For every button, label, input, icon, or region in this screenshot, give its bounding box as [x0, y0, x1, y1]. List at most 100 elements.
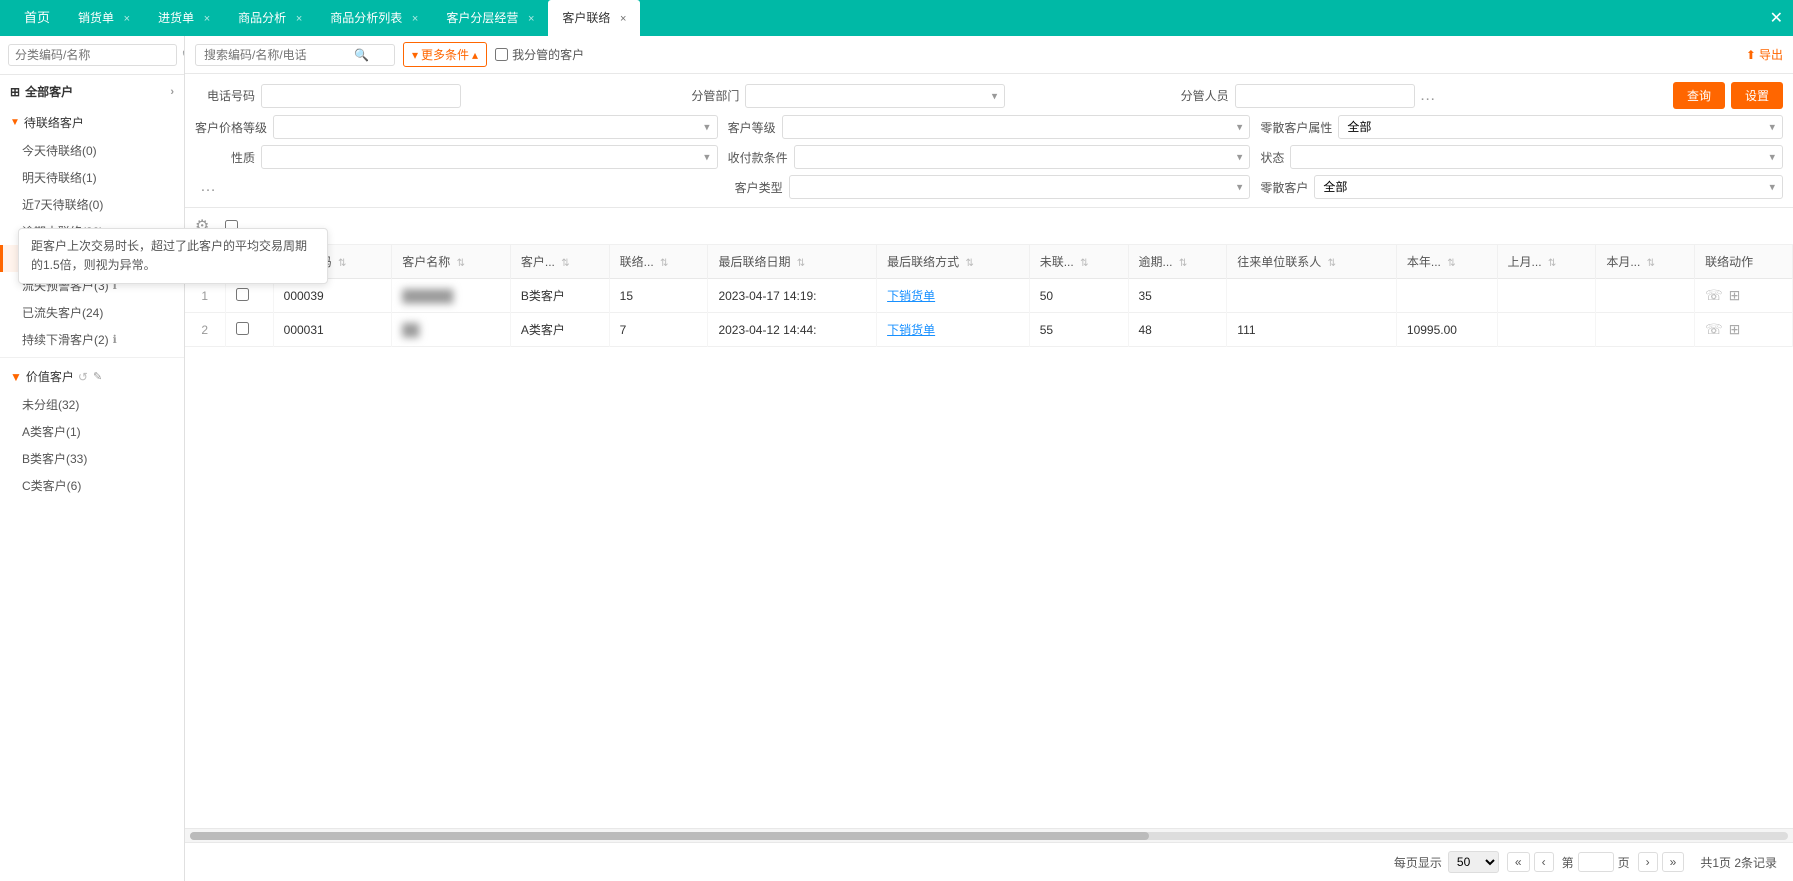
col-overdue[interactable]: 逾期... ⇅: [1128, 245, 1227, 279]
sidebar-churned[interactable]: 已流失客户(24): [0, 299, 184, 326]
value-edit-icon[interactable]: ✎: [93, 370, 102, 383]
cell-action-1: ☏ ⊞: [1695, 279, 1793, 313]
nav-close-product-list[interactable]: ×: [412, 13, 418, 25]
filter-row-2: 客户价格等级 客户等级 零散客户属性: [195, 115, 1783, 139]
sidebar-b-class[interactable]: B类客户(33): [0, 445, 184, 472]
nav-close-sales[interactable]: ×: [124, 13, 130, 25]
cell-type-1: B类客户: [510, 279, 609, 313]
contact-method-link-2[interactable]: 下销货单: [887, 323, 935, 337]
customer-type-select[interactable]: [789, 175, 1251, 199]
manager-more-btn[interactable]: …: [1415, 88, 1441, 104]
price-level-select[interactable]: [273, 115, 718, 139]
more-filter-dots[interactable]: …: [195, 179, 221, 195]
export-button[interactable]: ⬆ 导出: [1746, 46, 1783, 63]
sidebar-divider: [0, 357, 184, 358]
action-more-icon-2[interactable]: ⊞: [1729, 321, 1741, 338]
col-customer-name[interactable]: 客户名称 ⇅: [392, 245, 511, 279]
table-settings-row: ⚙: [185, 208, 1793, 245]
page-suffix-label: 页: [1618, 854, 1630, 871]
sidebar-collapse-icon[interactable]: ›: [170, 86, 174, 98]
sidebar-7days-waiting[interactable]: 近7天待联络(0): [0, 191, 184, 218]
contact-method-link-1[interactable]: 下销货单: [887, 289, 935, 303]
sidebar-search-input[interactable]: [8, 44, 177, 66]
action-more-icon-1[interactable]: ⊞: [1729, 287, 1741, 304]
phone-input[interactable]: [261, 84, 461, 108]
page-number-input[interactable]: 1: [1578, 852, 1614, 872]
col-this-year[interactable]: 本年... ⇅: [1396, 245, 1497, 279]
col-this-month[interactable]: 本月... ⇅: [1596, 245, 1695, 279]
sort-icon-unit: ⇅: [1328, 258, 1336, 269]
declining-info-icon[interactable]: ℹ: [113, 333, 117, 346]
col-action: 联络动作: [1695, 245, 1793, 279]
col-unit-contact[interactable]: 往来单位联系人 ⇅: [1227, 245, 1397, 279]
per-page-select[interactable]: 20 50 100: [1448, 851, 1499, 873]
cell-year-2: 10995.00: [1396, 313, 1497, 347]
scrollbar-thumb[interactable]: [190, 832, 1149, 840]
per-page-selector: 每页显示 20 50 100: [1394, 851, 1499, 873]
retail-customer-select[interactable]: 全部: [1314, 175, 1783, 199]
customer-level-select[interactable]: [782, 115, 1251, 139]
search-input[interactable]: [204, 48, 354, 62]
col-last-contact-method[interactable]: 最后联络方式 ⇅: [877, 245, 1030, 279]
col-last-month[interactable]: 上月... ⇅: [1497, 245, 1596, 279]
customer-level-label: 客户等级: [728, 119, 776, 136]
query-button[interactable]: 查询: [1673, 82, 1725, 109]
sidebar-a-class[interactable]: A类客户(1): [0, 418, 184, 445]
nav-product-analysis-list[interactable]: 商品分析列表 ×: [316, 0, 432, 36]
prev-page-button[interactable]: ‹: [1534, 852, 1554, 872]
customer-name-2: ██: [402, 323, 419, 337]
sidebar-search-area: 🔍: [0, 36, 184, 75]
more-filter-button[interactable]: ▾ 更多条件 ▴: [403, 42, 487, 67]
gender-select[interactable]: [261, 145, 718, 169]
nav-home[interactable]: 首页: [10, 0, 64, 36]
nav-close-purchase[interactable]: ×: [204, 13, 210, 25]
col-contact-count[interactable]: 联络... ⇅: [609, 245, 708, 279]
last-page-button[interactable]: »: [1662, 852, 1685, 872]
search-icon[interactable]: 🔍: [354, 48, 369, 62]
nav-close-product-analysis[interactable]: ×: [296, 13, 302, 25]
per-page-label: 每页显示: [1394, 854, 1442, 871]
scrollbar-track[interactable]: [190, 832, 1788, 840]
col-uncontacted[interactable]: 未联... ⇅: [1029, 245, 1128, 279]
cell-checkbox-2[interactable]: [225, 313, 273, 347]
nav-sales-order[interactable]: 销货单 ×: [64, 0, 144, 36]
retail-attr-select[interactable]: 全部: [1338, 115, 1783, 139]
sidebar-all-customers-header[interactable]: ⊞ 全部客户 ›: [0, 75, 184, 108]
sidebar-ungroupe[interactable]: 未分组(32): [0, 391, 184, 418]
cell-name-2: ██: [392, 313, 511, 347]
sidebar-today-waiting[interactable]: 今天待联络(0): [0, 137, 184, 164]
sidebar-declining[interactable]: 持续下滑客户(2) ℹ: [0, 326, 184, 353]
value-refresh-icon[interactable]: ↺: [78, 370, 88, 384]
action-phone-icon-2[interactable]: ☏: [1705, 321, 1723, 338]
window-close-button[interactable]: ✕: [1770, 8, 1783, 28]
action-phone-icon-1[interactable]: ☏: [1705, 287, 1723, 304]
sidebar-c-class[interactable]: C类客户(6): [0, 472, 184, 499]
nav-customer-contact[interactable]: 客户联络 ×: [548, 0, 640, 36]
manager-input[interactable]: [1235, 84, 1415, 108]
sidebar-tomorrow-waiting[interactable]: 明天待联络(1): [0, 164, 184, 191]
col-last-contact-date[interactable]: 最后联络日期 ⇅: [708, 245, 877, 279]
my-customers-checkbox[interactable]: [495, 48, 508, 61]
next-page-button[interactable]: ›: [1638, 852, 1658, 872]
nav-customer-segmentation[interactable]: 客户分层经营 ×: [432, 0, 548, 36]
horizontal-scrollbar[interactable]: [185, 828, 1793, 842]
nav-close-segmentation[interactable]: ×: [528, 13, 534, 25]
row-checkbox-2[interactable]: [236, 322, 249, 335]
payment-select[interactable]: [794, 145, 1251, 169]
sort-icon-name: ⇅: [457, 258, 465, 269]
page-input-area: 第 1 页: [1562, 852, 1630, 872]
nav-close-contact[interactable]: ×: [620, 13, 626, 25]
sidebar-value-customers-header[interactable]: ▼ 价值客户 ↺ ✎: [0, 362, 184, 391]
nav-purchase-order[interactable]: 进货单 ×: [144, 0, 224, 36]
settings-button[interactable]: 设置: [1731, 82, 1783, 109]
col-customer-type[interactable]: 客户... ⇅: [510, 245, 609, 279]
row-checkbox-1[interactable]: [236, 288, 249, 301]
nav-product-analysis[interactable]: 商品分析 ×: [224, 0, 316, 36]
sort-icon-month: ⇅: [1647, 258, 1655, 269]
first-page-button[interactable]: «: [1507, 852, 1530, 872]
status-select[interactable]: [1290, 145, 1783, 169]
waiting-contact-header[interactable]: ▼ 待联络客户: [0, 108, 184, 137]
dept-select[interactable]: [745, 84, 1005, 108]
my-customers-checkbox-label[interactable]: 我分管的客户: [495, 46, 584, 63]
data-table-container: 客户编码 ⇅ 客户名称 ⇅ 客户... ⇅ 联络...: [185, 245, 1793, 828]
